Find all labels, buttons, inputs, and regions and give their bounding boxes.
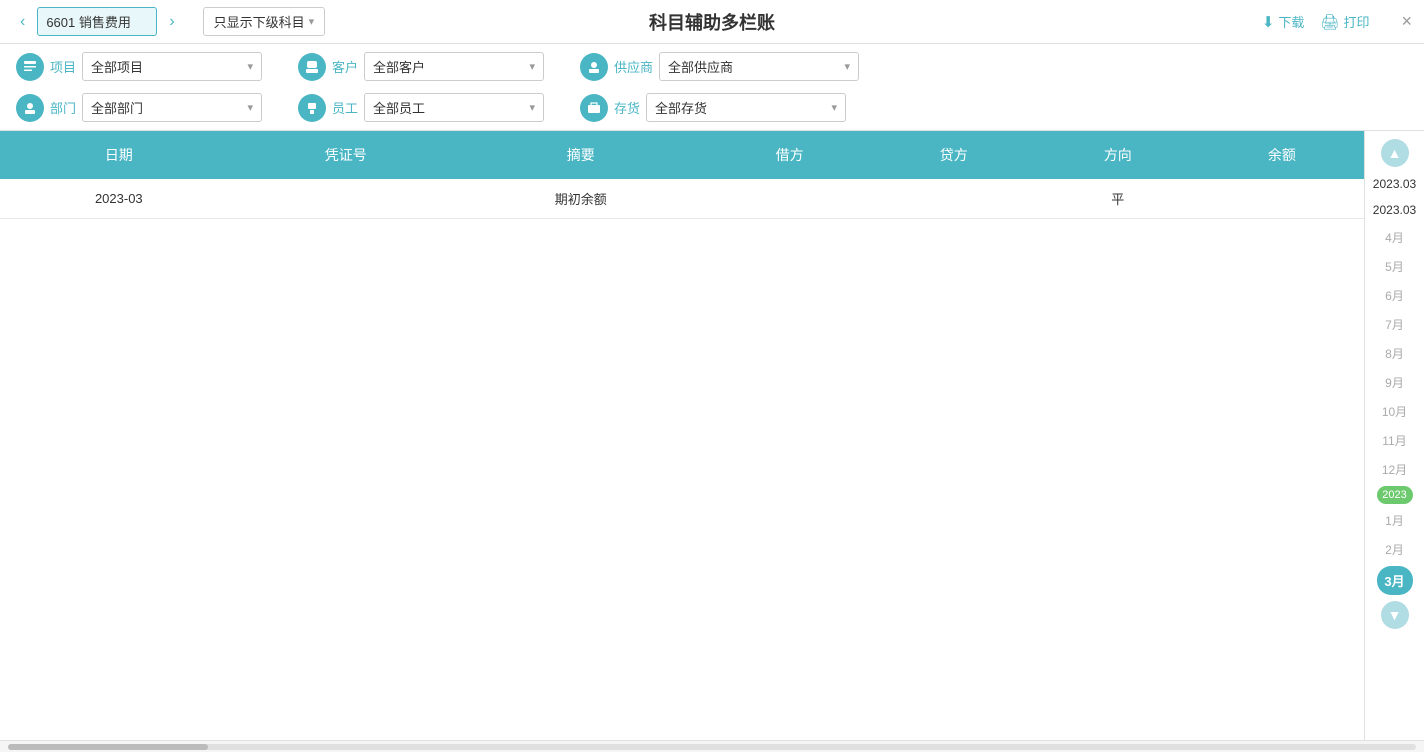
cell-direction: 平 (1036, 179, 1200, 219)
col-voucher: 凭证号 (238, 131, 454, 179)
supplier-label: 供应商 (614, 57, 653, 76)
project-select-value: 全部项目 (91, 57, 143, 76)
print-icon: 🖨 (1320, 13, 1339, 31)
customer-select-arrow: ▾ (530, 60, 536, 73)
show-sub-label: 只显示下级科目 (214, 12, 305, 31)
col-date: 日期 (0, 131, 238, 179)
side-up-button[interactable]: ▲ (1381, 139, 1409, 167)
project-select-arrow: ▾ (247, 60, 253, 73)
show-sub-dropdown[interactable]: 只显示下级科目 ▾ (203, 7, 326, 36)
col-credit: 贷方 (872, 131, 1036, 179)
cell-summary: 期初余额 (454, 179, 708, 219)
print-label: 打印 (1343, 12, 1369, 31)
col-summary: 摘要 (454, 131, 708, 179)
main-window: ‹ 6601 销售费用 › 只显示下级科目 ▾ 科目辅助多栏账 ⬇ 下载 🖨 打… (0, 0, 1424, 752)
download-icon: ⬇ (1262, 13, 1275, 31)
inventory-filter-item: 存货 全部存货 ▾ (580, 93, 846, 122)
supplier-select-arrow: ▾ (845, 60, 851, 73)
customer-label: 客户 (332, 57, 358, 76)
side-month-12[interactable]: 12月 (1365, 455, 1424, 484)
col-balance: 余额 (1200, 131, 1364, 179)
data-table: 日期 凭证号 摘要 借方 贷方 方向 余额 2023-03 期初余额 平 (0, 131, 1364, 219)
project-icon (16, 53, 44, 81)
year-badge-2023[interactable]: 2023 (1377, 486, 1413, 504)
employee-select-value: 全部员工 (373, 98, 425, 117)
table-row: 2023-03 期初余额 平 (0, 179, 1364, 219)
employee-filter-item: 员工 全部员工 ▾ (298, 93, 544, 122)
col-debit: 借方 (708, 131, 872, 179)
project-select[interactable]: 全部项目 ▾ (82, 52, 262, 81)
side-month-7[interactable]: 7月 (1365, 310, 1424, 339)
department-filter-item: 部门 全部部门 ▾ (16, 93, 262, 122)
side-month-1[interactable]: 1月 (1365, 506, 1424, 535)
side-month-3-active[interactable]: 3月 (1377, 566, 1413, 595)
department-icon (16, 94, 44, 122)
table-wrapper: 日期 凭证号 摘要 借方 贷方 方向 余额 2023-03 期初余额 平 (0, 131, 1364, 219)
project-label: 项目 (50, 57, 76, 76)
side-month-6[interactable]: 6月 (1365, 281, 1424, 310)
table-header-row: 日期 凭证号 摘要 借方 贷方 方向 余额 (0, 131, 1364, 179)
filter-bar: 项目 全部项目 ▾ 客户 全部客户 ▾ (0, 44, 1424, 131)
filter-row-1: 项目 全部项目 ▾ 客户 全部客户 ▾ (16, 52, 1408, 81)
inventory-select-value: 全部存货 (655, 98, 707, 117)
employee-select-arrow: ▾ (530, 101, 536, 114)
inventory-select[interactable]: 全部存货 ▾ (646, 93, 846, 122)
side-month-8[interactable]: 8月 (1365, 339, 1424, 368)
prev-account-button[interactable]: ‹ (16, 11, 29, 33)
department-label: 部门 (50, 98, 76, 117)
customer-select-value: 全部客户 (373, 57, 425, 76)
employee-label: 员工 (332, 98, 358, 117)
side-month-header-1[interactable]: 2023.03 (1365, 171, 1424, 197)
inventory-select-arrow: ▾ (832, 101, 838, 114)
cell-debit (708, 179, 872, 219)
scrollbar-track (8, 744, 1416, 750)
next-account-button[interactable]: › (165, 11, 178, 33)
table-body: 2023-03 期初余额 平 (0, 179, 1364, 219)
title-bar: ‹ 6601 销售费用 › 只显示下级科目 ▾ 科目辅助多栏账 ⬇ 下载 🖨 打… (0, 0, 1424, 44)
cell-balance (1200, 179, 1364, 219)
print-button[interactable]: 🖨 打印 (1320, 12, 1369, 31)
close-button[interactable]: × (1401, 11, 1412, 32)
cell-voucher (238, 179, 454, 219)
supplier-filter-item: 供应商 全部供应商 ▾ (580, 52, 859, 81)
customer-select[interactable]: 全部客户 ▾ (364, 52, 544, 81)
show-sub-arrow-icon: ▾ (309, 15, 315, 28)
department-select-value: 全部部门 (91, 98, 143, 117)
project-filter-item: 项目 全部项目 ▾ (16, 52, 262, 81)
inventory-label: 存货 (614, 98, 640, 117)
customer-icon (298, 53, 326, 81)
department-select[interactable]: 全部部门 ▾ (82, 93, 262, 122)
bottom-scrollbar[interactable] (0, 740, 1424, 752)
cell-credit (872, 179, 1036, 219)
cell-date: 2023-03 (0, 179, 238, 219)
main-content: 日期 凭证号 摘要 借方 贷方 方向 余额 2023-03 期初余额 平 (0, 131, 1424, 740)
employee-icon (298, 94, 326, 122)
download-button[interactable]: ⬇ 下载 (1262, 12, 1305, 31)
filter-row-2: 部门 全部部门 ▾ 员工 全部员工 ▾ (16, 93, 1408, 122)
side-month-5[interactable]: 5月 (1365, 252, 1424, 281)
col-direction: 方向 (1036, 131, 1200, 179)
side-month-2[interactable]: 2月 (1365, 535, 1424, 564)
side-down-button[interactable]: ▼ (1381, 601, 1409, 629)
supplier-select-value: 全部供应商 (668, 57, 733, 76)
side-month-11[interactable]: 11月 (1365, 426, 1424, 455)
side-month-4[interactable]: 4月 (1365, 223, 1424, 252)
title-actions: ⬇ 下载 🖨 打印 × (1262, 11, 1412, 32)
side-panel: ▲ 2023.03 2023.03 4月 5月 6月 7月 8月 9月 10月 … (1364, 131, 1424, 740)
supplier-icon (580, 53, 608, 81)
customer-filter-item: 客户 全部客户 ▾ (298, 52, 544, 81)
department-select-arrow: ▾ (247, 101, 253, 114)
page-title: 科目辅助多栏账 (649, 9, 775, 35)
side-month-header-2[interactable]: 2023.03 (1365, 197, 1424, 223)
employee-select[interactable]: 全部员工 ▾ (364, 93, 544, 122)
supplier-select[interactable]: 全部供应商 ▾ (659, 52, 859, 81)
table-area: 日期 凭证号 摘要 借方 贷方 方向 余额 2023-03 期初余额 平 (0, 131, 1364, 740)
inventory-icon (580, 94, 608, 122)
account-code-field[interactable]: 6601 销售费用 (37, 7, 157, 36)
download-label: 下载 (1278, 12, 1304, 31)
side-month-10[interactable]: 10月 (1365, 397, 1424, 426)
scrollbar-thumb[interactable] (8, 744, 208, 750)
side-month-9[interactable]: 9月 (1365, 368, 1424, 397)
